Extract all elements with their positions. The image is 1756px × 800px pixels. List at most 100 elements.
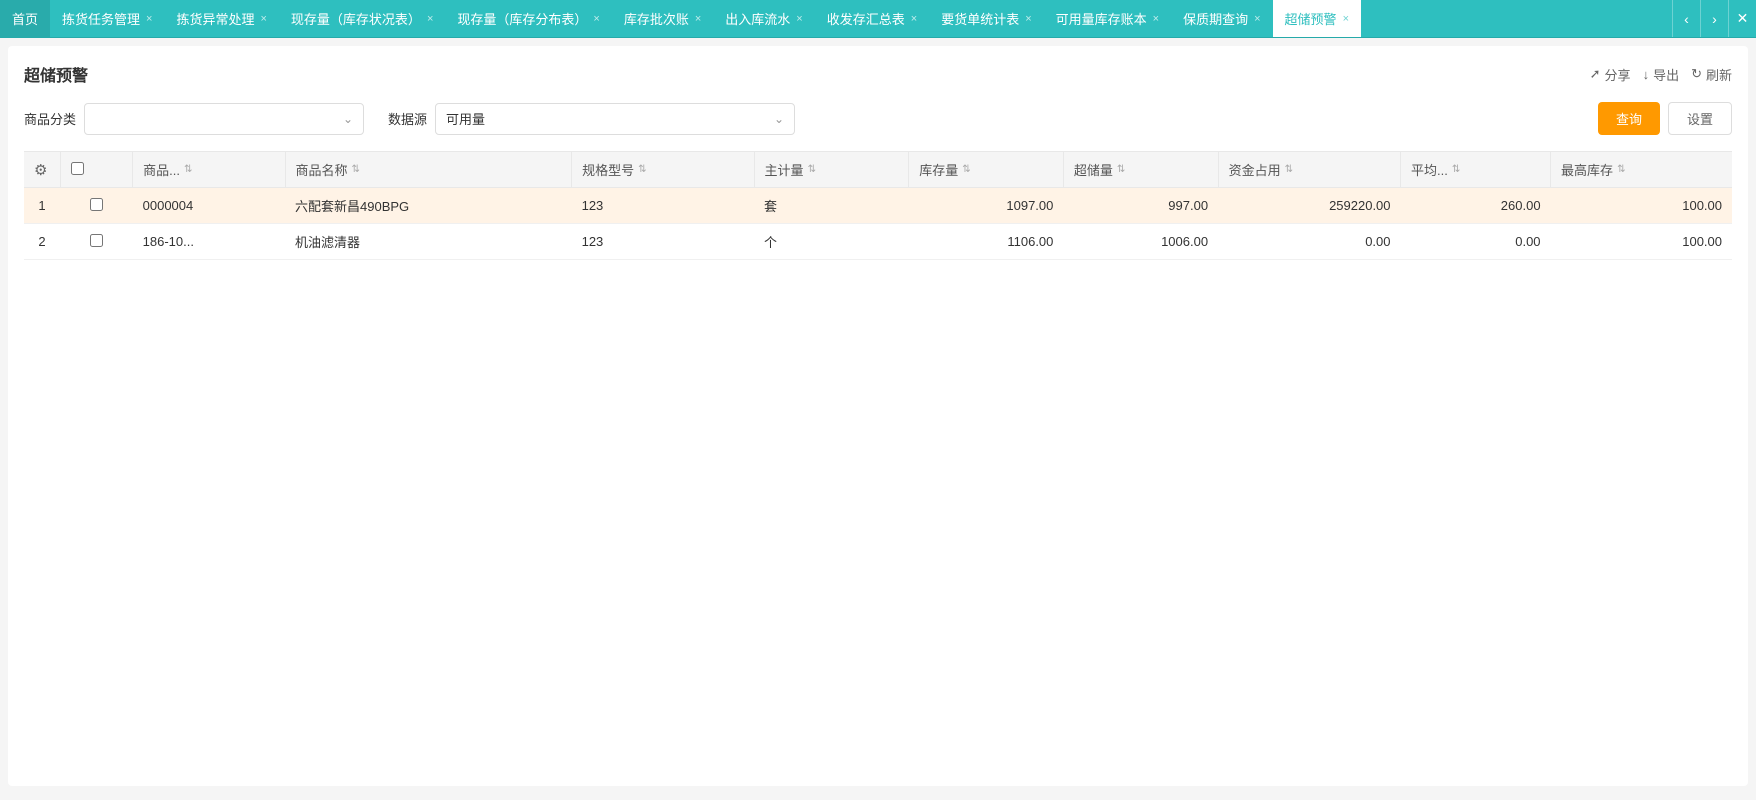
- category-chevron-icon: ⌄: [343, 112, 353, 126]
- cell-avg-0: 260.00: [1401, 188, 1551, 224]
- close-pick-task-icon[interactable]: ×: [146, 13, 152, 25]
- cell-checkbox-1[interactable]: [60, 224, 133, 260]
- th-overflow: 超储量 ⇅: [1063, 152, 1218, 188]
- cell-max-stock-0: 100.00: [1551, 188, 1732, 224]
- table-row: 1 0000004 六配套新昌490BPG 123 套 1097.00 997.…: [24, 188, 1732, 224]
- nav-recv-summary[interactable]: 收发存汇总表 ×: [815, 0, 929, 38]
- query-button[interactable]: 查询: [1598, 102, 1660, 135]
- nav-batch-ledger[interactable]: 库存批次账 ×: [612, 0, 713, 38]
- nav-overstock-warning[interactable]: 超储预警 ×: [1273, 0, 1361, 38]
- settings-button[interactable]: 设置: [1668, 102, 1732, 135]
- close-stock-dist-icon[interactable]: ×: [593, 13, 599, 25]
- cell-capital-0: 259220.00: [1218, 188, 1400, 224]
- close-quality-query-icon[interactable]: ×: [1254, 13, 1260, 25]
- datasource-chevron-icon: ⌄: [774, 112, 784, 126]
- nav-arrow-close[interactable]: ✕: [1728, 0, 1756, 38]
- cell-overflow-1: 1006.00: [1063, 224, 1218, 260]
- th-stock: 库存量 ⇅: [909, 152, 1064, 188]
- nav-order-stats[interactable]: 要货单统计表 ×: [929, 0, 1043, 38]
- datasource-label: 数据源: [388, 109, 427, 128]
- datasource-value: 可用量: [446, 109, 485, 128]
- cell-avg-1: 0.00: [1401, 224, 1551, 260]
- nav-quality-query[interactable]: 保质期查询 ×: [1171, 0, 1272, 38]
- nav-pick-task[interactable]: 拣货任务管理 ×: [50, 0, 164, 38]
- sort-product-code-icon: ⇅: [184, 164, 192, 175]
- cell-product-code-0: 0000004: [133, 188, 285, 224]
- nav-home[interactable]: 首页: [0, 0, 50, 38]
- cell-seq-0: 1: [24, 188, 60, 224]
- close-order-stats-icon[interactable]: ×: [1025, 13, 1031, 25]
- data-table: ⚙ 商品... ⇅ 商品名称 ⇅: [24, 151, 1732, 260]
- refresh-button[interactable]: ↻ 刷新: [1691, 65, 1732, 84]
- row-checkbox-0[interactable]: [90, 198, 103, 211]
- datasource-filter-group: 数据源 可用量 ⌄: [388, 103, 795, 135]
- gear-icon[interactable]: ⚙: [34, 162, 47, 179]
- cell-unit-0: 套: [754, 188, 909, 224]
- nav-stock-status[interactable]: 现存量（库存状况表） ×: [279, 0, 445, 38]
- cell-checkbox-0[interactable]: [60, 188, 133, 224]
- row-checkbox-1[interactable]: [90, 234, 103, 247]
- th-overflow-sortable[interactable]: 超储量 ⇅: [1074, 160, 1208, 179]
- sort-stock-icon: ⇅: [962, 164, 970, 175]
- sort-spec-icon: ⇅: [638, 164, 646, 175]
- nav-arrow-left[interactable]: ‹: [1672, 0, 1700, 38]
- cell-max-stock-1: 100.00: [1551, 224, 1732, 260]
- datasource-select[interactable]: 可用量 ⌄: [435, 103, 795, 135]
- th-capital: 资金占用 ⇅: [1218, 152, 1400, 188]
- close-recv-summary-icon[interactable]: ×: [911, 13, 917, 25]
- category-select[interactable]: ⌄: [84, 103, 364, 135]
- table-body: 1 0000004 六配套新昌490BPG 123 套 1097.00 997.…: [24, 188, 1732, 260]
- category-label: 商品分类: [24, 109, 76, 128]
- cell-product-code-1: 186-10...: [133, 224, 285, 260]
- page-header: 超储预警 ➚ 分享 ↓ 导出 ↻ 刷新: [24, 62, 1732, 86]
- th-product-name-sortable[interactable]: 商品名称 ⇅: [296, 160, 562, 179]
- cell-unit-1: 个: [754, 224, 909, 260]
- cell-seq-1: 2: [24, 224, 60, 260]
- share-button[interactable]: ➚ 分享: [1590, 65, 1631, 84]
- th-spec-sortable[interactable]: 规格型号 ⇅: [582, 160, 743, 179]
- nav-arrows: ‹ › ✕: [1672, 0, 1756, 38]
- close-pick-exception-icon[interactable]: ×: [260, 13, 266, 25]
- table-row: 2 186-10... 机油滤清器 123 个 1106.00 1006.00 …: [24, 224, 1732, 260]
- filter-btn-group: 查询 设置: [1598, 102, 1732, 135]
- page-container: 超储预警 ➚ 分享 ↓ 导出 ↻ 刷新 商品分类 ⌄ 数据源: [8, 46, 1748, 786]
- th-avg: 平均... ⇅: [1401, 152, 1551, 188]
- cell-overflow-0: 997.00: [1063, 188, 1218, 224]
- sort-capital-icon: ⇅: [1285, 164, 1293, 175]
- category-filter-group: 商品分类 ⌄: [24, 103, 364, 135]
- th-max-stock: 最高库存 ⇅: [1551, 152, 1732, 188]
- th-product-name: 商品名称 ⇅: [285, 152, 572, 188]
- th-avg-sortable[interactable]: 平均... ⇅: [1411, 160, 1540, 179]
- cell-stock-0: 1097.00: [909, 188, 1064, 224]
- th-unit-sortable[interactable]: 主计量 ⇅: [765, 160, 899, 179]
- th-spec: 规格型号 ⇅: [572, 152, 754, 188]
- nav-available-ledger[interactable]: 可用量库存账本 ×: [1044, 0, 1171, 38]
- close-available-ledger-icon[interactable]: ×: [1153, 13, 1159, 25]
- th-max-stock-sortable[interactable]: 最高库存 ⇅: [1561, 160, 1722, 179]
- select-all-checkbox[interactable]: [71, 162, 84, 175]
- th-product-code-sortable[interactable]: 商品... ⇅: [143, 160, 274, 179]
- th-checkbox: [60, 152, 133, 188]
- export-button[interactable]: ↓ 导出: [1643, 65, 1680, 84]
- nav-inout-flow[interactable]: 出入库流水 ×: [713, 0, 814, 38]
- th-stock-sortable[interactable]: 库存量 ⇅: [919, 160, 1053, 179]
- close-stock-status-icon[interactable]: ×: [427, 13, 433, 25]
- cell-product-name-1: 机油滤清器: [285, 224, 572, 260]
- th-capital-sortable[interactable]: 资金占用 ⇅: [1229, 160, 1390, 179]
- cell-stock-1: 1106.00: [909, 224, 1064, 260]
- cell-spec-0: 123: [572, 188, 754, 224]
- sort-unit-icon: ⇅: [808, 164, 816, 175]
- close-batch-ledger-icon[interactable]: ×: [695, 13, 701, 25]
- refresh-icon: ↻: [1691, 66, 1702, 82]
- cell-product-name-0: 六配套新昌490BPG: [285, 188, 572, 224]
- sort-max-stock-icon: ⇅: [1617, 164, 1625, 175]
- nav-pick-exception[interactable]: 拣货异常处理 ×: [164, 0, 278, 38]
- sort-product-name-icon: ⇅: [352, 164, 360, 175]
- close-overstock-icon[interactable]: ×: [1343, 13, 1349, 25]
- close-inout-flow-icon[interactable]: ×: [796, 13, 802, 25]
- nav-arrow-right[interactable]: ›: [1700, 0, 1728, 38]
- export-icon: ↓: [1643, 67, 1650, 82]
- sort-avg-icon: ⇅: [1452, 164, 1460, 175]
- nav-stock-dist[interactable]: 现存量（库存分布表） ×: [445, 0, 611, 38]
- page-actions: ➚ 分享 ↓ 导出 ↻ 刷新: [1590, 65, 1732, 84]
